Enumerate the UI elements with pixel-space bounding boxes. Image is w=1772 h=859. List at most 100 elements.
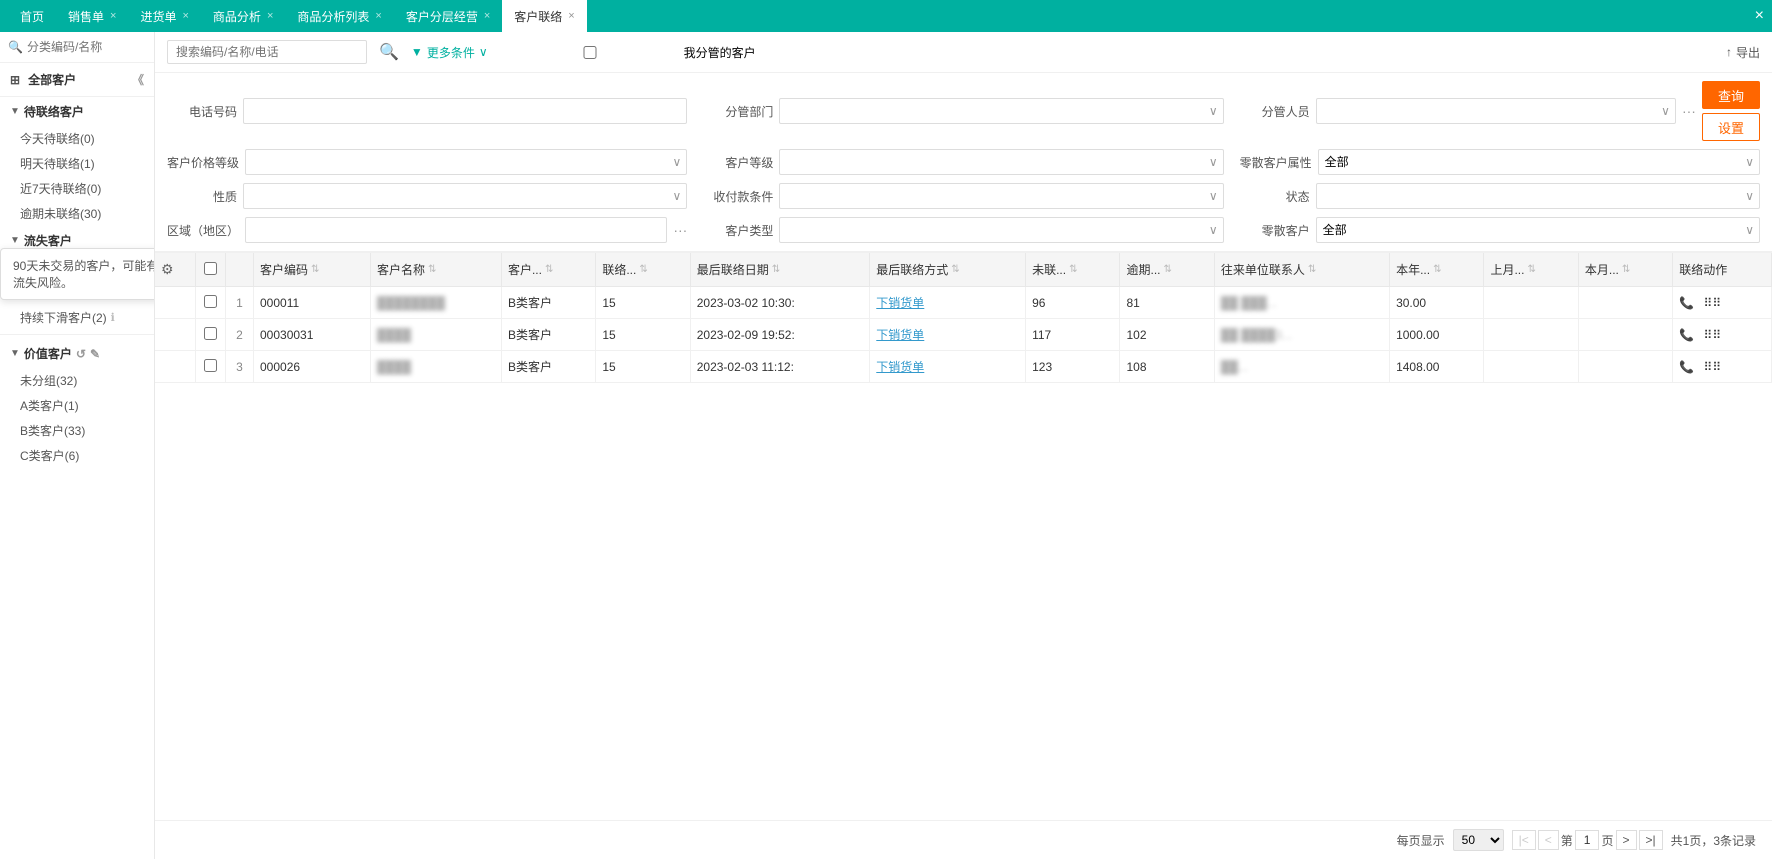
nav-tab-customer-segment[interactable]: 客户分层经营 × — [394, 0, 502, 32]
row1-checkbox[interactable] — [196, 287, 226, 319]
status-select[interactable] — [1316, 183, 1760, 209]
name-header[interactable]: 客户名称⇅ — [371, 253, 502, 287]
edit-icon[interactable]: ✎ — [90, 347, 100, 361]
row2-checkbox[interactable] — [196, 319, 226, 351]
scatter-customer-select[interactable]: 全部 — [1316, 217, 1760, 243]
nav-tab-sales[interactable]: 销售单 × — [56, 0, 128, 32]
close-sales-tab[interactable]: × — [110, 10, 116, 22]
arrow-icon: ▼ — [10, 106, 20, 117]
manager-dots[interactable]: ··· — [1682, 103, 1696, 119]
close-goods-analysis-list-tab[interactable]: × — [375, 10, 381, 22]
my-customers-checkbox[interactable] — [500, 46, 680, 59]
content-area: 🔍 ▼ 更多条件 ∨ 我分管的客户 ↑ 导出 电话号码 分管部 — [155, 32, 1772, 859]
sidebar-item-c-class[interactable]: C类客户(6) — [0, 443, 154, 468]
close-purchase-tab[interactable]: × — [182, 10, 188, 22]
row2-gear — [155, 319, 196, 351]
nav-tab-goods-analysis-list[interactable]: 商品分析列表 × — [285, 0, 393, 32]
sidebar-search-input[interactable] — [27, 40, 146, 54]
row3-select[interactable] — [204, 359, 217, 372]
row2-unit-contact: ██ ████3... — [1214, 319, 1389, 351]
row2-more-icon[interactable]: ⠿⠿ — [1704, 328, 1722, 342]
region-dots[interactable]: ··· — [673, 222, 687, 238]
payment-select[interactable] — [779, 183, 1223, 209]
next-page-btn[interactable]: > — [1616, 830, 1637, 850]
sidebar-item-today-contact[interactable]: 今天待联络(0) — [0, 126, 154, 151]
sidebar-item-overdue-contact[interactable]: 逾期未联络(30) — [0, 201, 154, 226]
query-button[interactable]: 查询 — [1702, 81, 1760, 109]
close-customer-contact-tab[interactable]: × — [568, 10, 574, 22]
filter-more-btn[interactable]: ▼ 更多条件 ∨ — [411, 44, 488, 61]
sidebar-group-value-customers[interactable]: ▼ 价值客户 ↺ ✎ — [0, 339, 154, 368]
row2-select[interactable] — [204, 327, 217, 340]
row3-method-link[interactable]: 下销货单 — [876, 360, 924, 374]
scatter-attr-select[interactable]: 全部 — [1318, 149, 1760, 175]
row3-last-contact-method[interactable]: 下销货单 — [870, 351, 1026, 383]
row1-select[interactable] — [204, 295, 217, 308]
row2-last-contact-method[interactable]: 下销货单 — [870, 319, 1026, 351]
last-month-header[interactable]: 上月...⇅ — [1484, 253, 1578, 287]
type-header[interactable]: 客户...⇅ — [501, 253, 595, 287]
this-year-header[interactable]: 本年...⇅ — [1390, 253, 1484, 287]
sidebar-item-ungroup[interactable]: 未分组(32) — [0, 368, 154, 393]
gear-header[interactable]: ⚙ — [155, 253, 196, 287]
contact-header[interactable]: 联络...⇅ — [596, 253, 690, 287]
page-size-select[interactable]: 20 50 100 — [1453, 829, 1504, 851]
last-contact-date-header[interactable]: 最后联络日期⇅ — [690, 253, 870, 287]
setting-button[interactable]: 设置 — [1702, 113, 1760, 141]
nav-tab-home[interactable]: 首页 — [8, 0, 56, 32]
row1-method-link[interactable]: 下销货单 — [876, 296, 924, 310]
horizontal-scrollbar[interactable] — [155, 808, 1772, 820]
manager-select[interactable] — [1316, 98, 1676, 124]
phone-input[interactable] — [243, 98, 687, 124]
row2-phone-icon[interactable]: 📞 — [1679, 328, 1694, 342]
customer-level-select[interactable] — [779, 149, 1223, 175]
row3-phone-icon[interactable]: 📞 — [1679, 360, 1694, 374]
overdue-header[interactable]: 逾期...⇅ — [1120, 253, 1214, 287]
nav-tab-goods-analysis[interactable]: 商品分析 × — [201, 0, 285, 32]
export-btn[interactable]: ↑ 导出 — [1726, 44, 1760, 61]
un-contact-header[interactable]: 未联...⇅ — [1026, 253, 1120, 287]
close-customer-segment-tab[interactable]: × — [484, 10, 490, 22]
first-page-btn[interactable]: |< — [1512, 830, 1536, 850]
row1-phone-icon[interactable]: 📞 — [1679, 296, 1694, 310]
unit-contact-header[interactable]: 往来单位联系人⇅ — [1214, 253, 1389, 287]
prev-page-btn[interactable]: < — [1538, 830, 1559, 850]
sidebar-collapse-btn[interactable]: 《 — [132, 71, 144, 88]
page-unit: 页 — [1601, 832, 1613, 849]
sort-icon-3: ⇅ — [545, 264, 553, 275]
row3-more-icon[interactable]: ⠿⠿ — [1704, 360, 1722, 374]
row1-more-icon[interactable]: ⠿⠿ — [1704, 296, 1722, 310]
row3-checkbox[interactable] — [196, 351, 226, 383]
row1-last-contact-method[interactable]: 下销货单 — [870, 287, 1026, 319]
gear-icon[interactable]: ⚙ — [161, 261, 174, 277]
row2-method-link[interactable]: 下销货单 — [876, 328, 924, 342]
last-page-btn[interactable]: >| — [1639, 830, 1663, 850]
nav-tab-purchase[interactable]: 进货单 × — [128, 0, 200, 32]
price-level-select[interactable] — [245, 149, 687, 175]
search-input[interactable] — [167, 40, 367, 64]
dept-select[interactable] — [779, 98, 1223, 124]
sidebar-item-week-contact[interactable]: 近7天待联络(0) — [0, 176, 154, 201]
close-all-btn[interactable]: × — [1755, 7, 1764, 25]
sidebar-item-converting-down[interactable]: 持续下滑客户(2) ℹ — [0, 305, 154, 330]
nature-select[interactable] — [243, 183, 687, 209]
select-all-checkbox[interactable] — [204, 262, 217, 275]
customer-type-select[interactable] — [779, 217, 1223, 243]
last-contact-method-header[interactable]: 最后联络方式⇅ — [870, 253, 1026, 287]
close-goods-analysis-tab[interactable]: × — [267, 10, 273, 22]
sidebar-group-pending-contact[interactable]: ▼ 待联络客户 — [0, 97, 154, 126]
sidebar-item-a-class[interactable]: A类客户(1) — [0, 393, 154, 418]
this-month-header[interactable]: 本月...⇅ — [1578, 253, 1672, 287]
sidebar-item-b-class[interactable]: B类客户(33) — [0, 418, 154, 443]
refresh-icon[interactable]: ↺ — [76, 347, 86, 361]
customer-type-label: 客户类型 — [703, 222, 773, 239]
sort-icon-10: ⇅ — [1433, 264, 1441, 275]
nav-tab-customer-contact[interactable]: 客户联络 × — [502, 0, 586, 32]
search-button[interactable]: 🔍 — [379, 42, 399, 62]
checkbox-header[interactable] — [196, 253, 226, 287]
row2-last-contact-date: 2023-02-09 19:52: — [690, 319, 870, 351]
sidebar-item-tomorrow-contact[interactable]: 明天待联络(1) — [0, 151, 154, 176]
code-header[interactable]: 客户编码⇅ — [254, 253, 371, 287]
my-customers-checkbox-label[interactable]: 我分管的客户 — [500, 44, 756, 61]
region-input[interactable] — [245, 217, 667, 243]
